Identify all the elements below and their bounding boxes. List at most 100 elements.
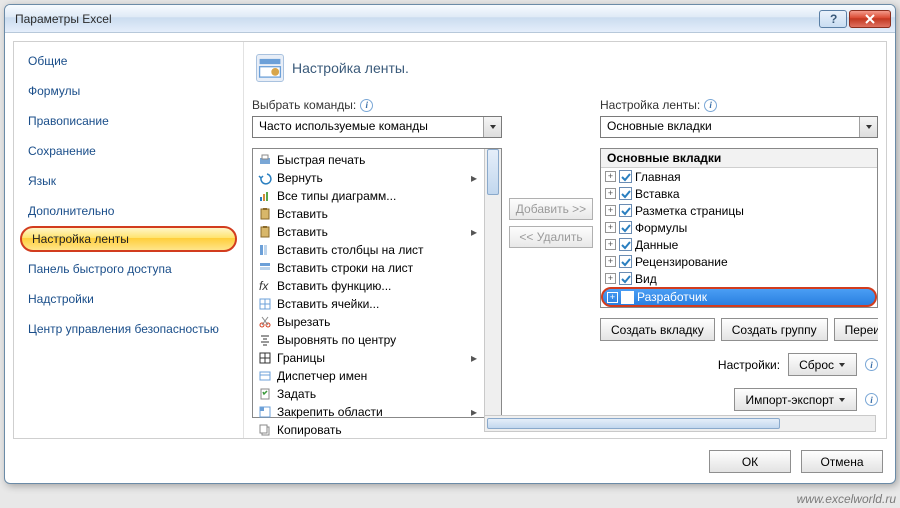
command-item[interactable]: Вырезать — [253, 313, 501, 331]
tree-expander[interactable]: + — [605, 222, 616, 233]
import-export-button[interactable]: Импорт-экспорт — [734, 388, 857, 411]
command-item[interactable]: Вставить — [253, 205, 501, 223]
help-button[interactable]: ? — [819, 10, 847, 28]
watermark: www.excelworld.ru — [797, 492, 896, 506]
command-label: Границы — [277, 351, 325, 365]
chevron-down-icon[interactable] — [859, 117, 877, 137]
scrollbar-thumb[interactable] — [487, 149, 499, 195]
close-button[interactable] — [849, 10, 891, 28]
command-item[interactable]: Копировать — [253, 421, 501, 438]
checkbox[interactable] — [619, 170, 632, 183]
rename-button[interactable]: Переименовать... — [834, 318, 878, 341]
info-icon[interactable]: i — [360, 99, 373, 112]
command-item[interactable]: Границы▸ — [253, 349, 501, 367]
checkbox[interactable] — [619, 221, 632, 234]
tree-expander[interactable]: + — [605, 171, 616, 182]
submenu-arrow-icon: ▸ — [471, 405, 477, 419]
command-item[interactable]: Вставить ячейки... — [253, 295, 501, 313]
command-item[interactable]: Вставить столбцы на лист — [253, 241, 501, 259]
chart-icon — [257, 188, 273, 204]
scrollbar-vertical[interactable] — [484, 149, 501, 417]
checkbox[interactable] — [619, 204, 632, 217]
ribbon-tab-item[interactable]: + Разметка страницы — [601, 202, 877, 219]
cells-icon — [257, 296, 273, 312]
command-item[interactable]: Все типы диаграмм... — [253, 187, 501, 205]
tree-expander[interactable]: + — [605, 273, 616, 284]
customize-ribbon-label: Настройка ленты:i — [600, 98, 878, 112]
new-tab-button[interactable]: Создать вкладку — [600, 318, 715, 341]
sidebar-item[interactable]: Настройка ленты — [20, 226, 237, 252]
command-item[interactable]: Вернуть▸ — [253, 169, 501, 187]
sidebar-item[interactable]: Правописание — [14, 108, 243, 134]
tree-expander[interactable]: + — [607, 292, 618, 303]
command-item[interactable]: Закрепить области ▸ — [253, 403, 501, 421]
ribbon-tab-item[interactable]: +Данные — [601, 236, 877, 253]
freeze-icon — [257, 404, 273, 420]
cancel-button[interactable]: Отмена — [801, 450, 883, 473]
options-dialog: Параметры Excel ? Общие Формулы Правописан… — [4, 4, 896, 484]
main-panel: Настройка ленты. Выбрать команды:i Часто… — [244, 42, 886, 438]
ribbon-tab-item[interactable]: +Вид — [601, 270, 877, 287]
checkbox[interactable] — [621, 291, 634, 304]
command-label: Вырезать — [277, 315, 330, 329]
checkbox[interactable] — [619, 255, 632, 268]
command-item[interactable]: Диспетчер имен — [253, 367, 501, 385]
sidebar-item[interactable]: Сохранение — [14, 138, 243, 164]
sidebar-item[interactable]: Дополнительно — [14, 198, 243, 224]
ribbon-tab-item[interactable]: +Рецензирование — [601, 253, 877, 270]
ok-button[interactable]: ОК — [709, 450, 791, 473]
cut-icon — [257, 314, 273, 330]
ribbon-tab-item[interactable]: + Главная — [601, 168, 877, 185]
tab-label: Разметка страницы — [635, 204, 744, 218]
undo-icon — [257, 170, 273, 186]
sidebar-item[interactable]: Центр управления безопасностью — [14, 316, 243, 342]
window-title: Параметры Excel — [15, 12, 819, 26]
ribbon-tab-item[interactable]: + Вставка — [601, 185, 877, 202]
ribbon-tab-item[interactable]: +Формулы — [601, 219, 877, 236]
sidebar-item[interactable]: Надстройки — [14, 286, 243, 312]
command-item[interactable]: Выровнять по центру — [253, 331, 501, 349]
dialog-body: Общие Формулы Правописание Сохранение Язык До… — [13, 41, 887, 439]
reset-button[interactable]: Сброс — [788, 353, 857, 376]
tree-expander[interactable]: + — [605, 256, 616, 267]
tab-label: Разработчик — [637, 290, 707, 304]
remove-button[interactable]: << Удалить — [509, 226, 593, 248]
sidebar-item[interactable]: Формулы — [14, 78, 243, 104]
tree-expander[interactable]: + — [605, 239, 616, 250]
scrollbar-horizontal[interactable] — [484, 415, 876, 432]
info-icon[interactable]: i — [865, 393, 878, 406]
command-item[interactable]: Вставить▸ — [253, 223, 501, 241]
command-label: Задать — [277, 387, 316, 401]
new-group-button[interactable]: Создать группу — [721, 318, 828, 341]
namemgr-icon — [257, 368, 273, 384]
svg-text:?: ? — [830, 13, 837, 25]
sidebar-item[interactable]: Язык — [14, 168, 243, 194]
ribbon-tab-item[interactable]: + Разработчик — [601, 287, 877, 307]
ribbon-tab-item[interactable]: +Надстройки — [601, 307, 877, 308]
tree-expander[interactable]: + — [605, 205, 616, 216]
command-item[interactable]: fxВставить функцию... — [253, 277, 501, 295]
scrollbar-thumb[interactable] — [487, 418, 780, 429]
checkbox[interactable] — [619, 238, 632, 251]
choose-commands-combo[interactable]: Часто используемые команды — [252, 116, 502, 138]
command-item[interactable]: Быстрая печать — [253, 151, 501, 169]
tab-label: Вставка — [635, 187, 680, 201]
info-icon[interactable]: i — [865, 358, 878, 371]
command-label: Вставить столбцы на лист — [277, 243, 424, 257]
info-icon[interactable]: i — [704, 99, 717, 112]
checkbox[interactable] — [619, 187, 632, 200]
chevron-down-icon[interactable] — [483, 117, 501, 137]
command-item[interactable]: Вставить строки на лист — [253, 259, 501, 277]
add-button[interactable]: Добавить >> — [509, 198, 593, 220]
ribbon-tabs-tree[interactable]: Основные вкладки +Главная+Вставка+Размет… — [600, 148, 878, 308]
tab-label: Главная — [635, 170, 681, 184]
sidebar-item[interactable]: Панель быстрого доступа — [14, 256, 243, 282]
checkbox[interactable] — [619, 272, 632, 285]
sidebar-item[interactable]: Общие — [14, 48, 243, 74]
customize-ribbon-combo[interactable]: Основные вкладки — [600, 116, 878, 138]
command-label: Вставить — [277, 207, 328, 221]
tree-expander[interactable]: + — [605, 188, 616, 199]
command-item[interactable]: Задать — [253, 385, 501, 403]
commands-listbox[interactable]: Быстрая печатьВернуть▸Все типы диаграмм.… — [252, 148, 502, 418]
command-label: Закрепить области — [277, 405, 383, 419]
